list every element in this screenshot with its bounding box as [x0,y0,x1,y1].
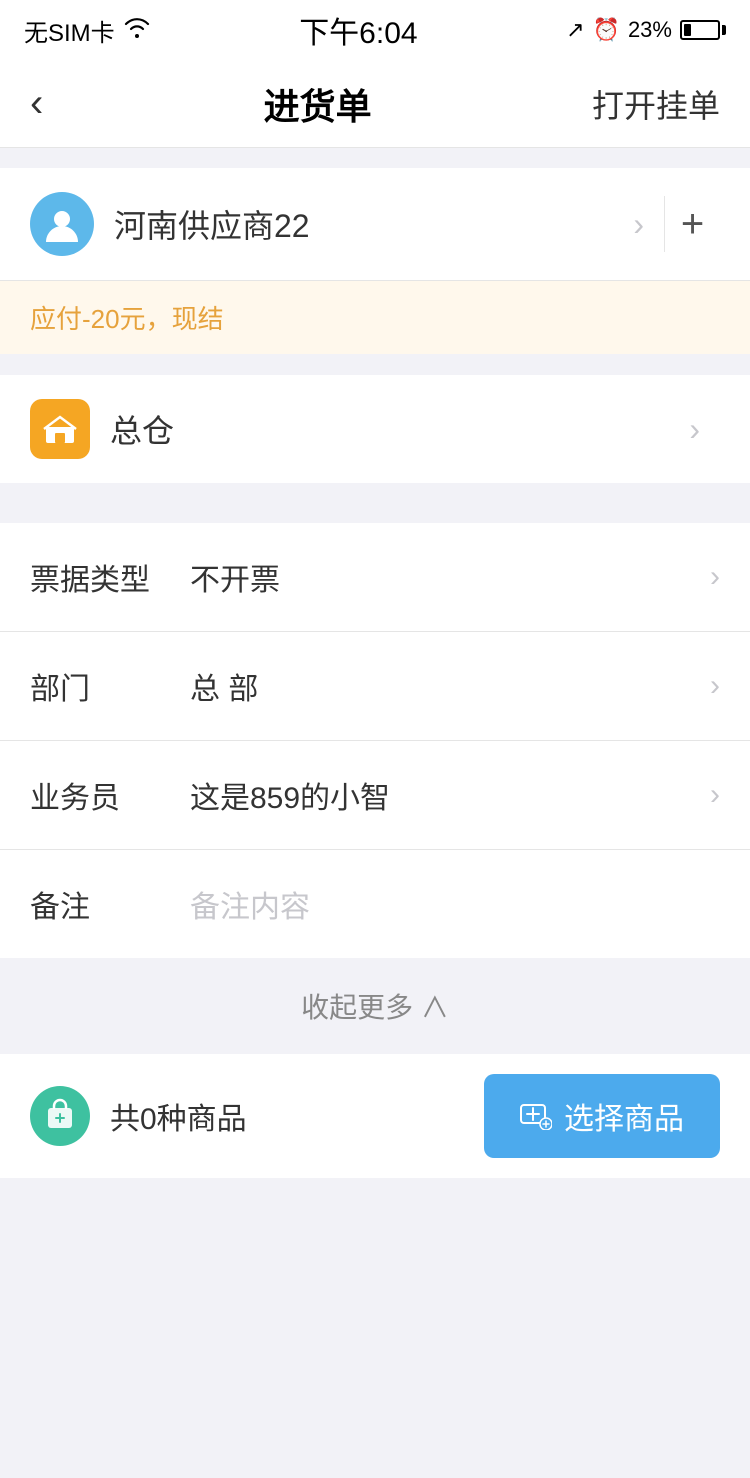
salesperson-row[interactable]: 业务员 这是859的小智 › [0,741,750,850]
back-button[interactable]: ‹ [30,81,43,126]
warehouse-name: 总仓 [110,406,689,452]
invoice-type-chevron-icon: › [710,560,720,594]
collapse-row[interactable]: 收起更多 ∧ [0,958,750,1054]
status-bar: 无SIM卡 下午6:04 ↗ ⏰ 23% [0,0,750,60]
location-icon: ↗ [566,17,584,43]
warehouse-chevron-icon: › [689,411,700,448]
department-chevron-icon: › [710,669,720,703]
wifi-icon [123,16,151,45]
page-title: 进货单 [264,78,372,130]
invoice-type-label: 票据类型 [30,555,170,599]
department-label: 部门 [30,664,170,708]
salesperson-label: 业务员 [30,773,170,817]
status-time: 下午6:04 [299,8,417,52]
salesperson-chevron-icon: › [710,778,720,812]
add-supplier-button[interactable]: + [664,196,720,252]
invoice-type-row[interactable]: 票据类型 不开票 › [0,523,750,632]
form-section: 票据类型 不开票 › 部门 总 部 › 业务员 这是859的小智 › 备注 备注… [0,523,750,958]
notice-text: 应付-20元，现结 [30,304,224,334]
supplier-name: 河南供应商22 [114,201,633,247]
supplier-chevron-icon: › [633,206,644,243]
invoice-type-value: 不开票 [170,555,710,599]
warehouse-icon [30,399,90,459]
alarm-icon: ⏰ [593,17,620,43]
select-product-label: 选择商品 [564,1094,684,1138]
department-value: 总 部 [170,664,710,708]
department-row[interactable]: 部门 总 部 › [0,632,750,741]
product-icon [30,1086,90,1146]
supplier-row[interactable]: 河南供应商22 › + [0,168,750,281]
remark-label: 备注 [30,882,170,926]
salesperson-value: 这是859的小智 [170,773,710,817]
status-right: ↗ ⏰ 23% [566,17,726,43]
remark-row[interactable]: 备注 备注内容 [0,850,750,958]
supplier-section: 河南供应商22 › + 应付-20元，现结 [0,168,750,355]
bottom-bar: 共0种商品 选择商品 [0,1054,750,1178]
status-left: 无SIM卡 [24,13,151,48]
collapse-label: 收起更多 ∧ [301,986,449,1026]
battery-label: 23% [628,17,672,43]
section-gap-1 [0,148,750,168]
warehouse-row[interactable]: 总仓 › [0,375,750,483]
battery-icon [680,20,726,40]
gray-area [0,1178,750,1478]
nav-bar: ‹ 进货单 打开挂单 [0,60,750,148]
product-count-label: 共0种商品 [110,1094,464,1138]
select-product-button[interactable]: 选择商品 [484,1074,720,1158]
select-product-icon [520,1102,552,1130]
carrier-label: 无SIM卡 [24,13,115,48]
open-pending-button[interactable]: 打开挂单 [592,81,720,127]
notice-bar: 应付-20元，现结 [0,281,750,355]
supplier-avatar [30,192,94,256]
section-gap-3 [0,483,750,503]
remark-input[interactable]: 备注内容 [170,882,720,926]
section-gap-2 [0,355,750,375]
warehouse-section: 总仓 › [0,375,750,483]
